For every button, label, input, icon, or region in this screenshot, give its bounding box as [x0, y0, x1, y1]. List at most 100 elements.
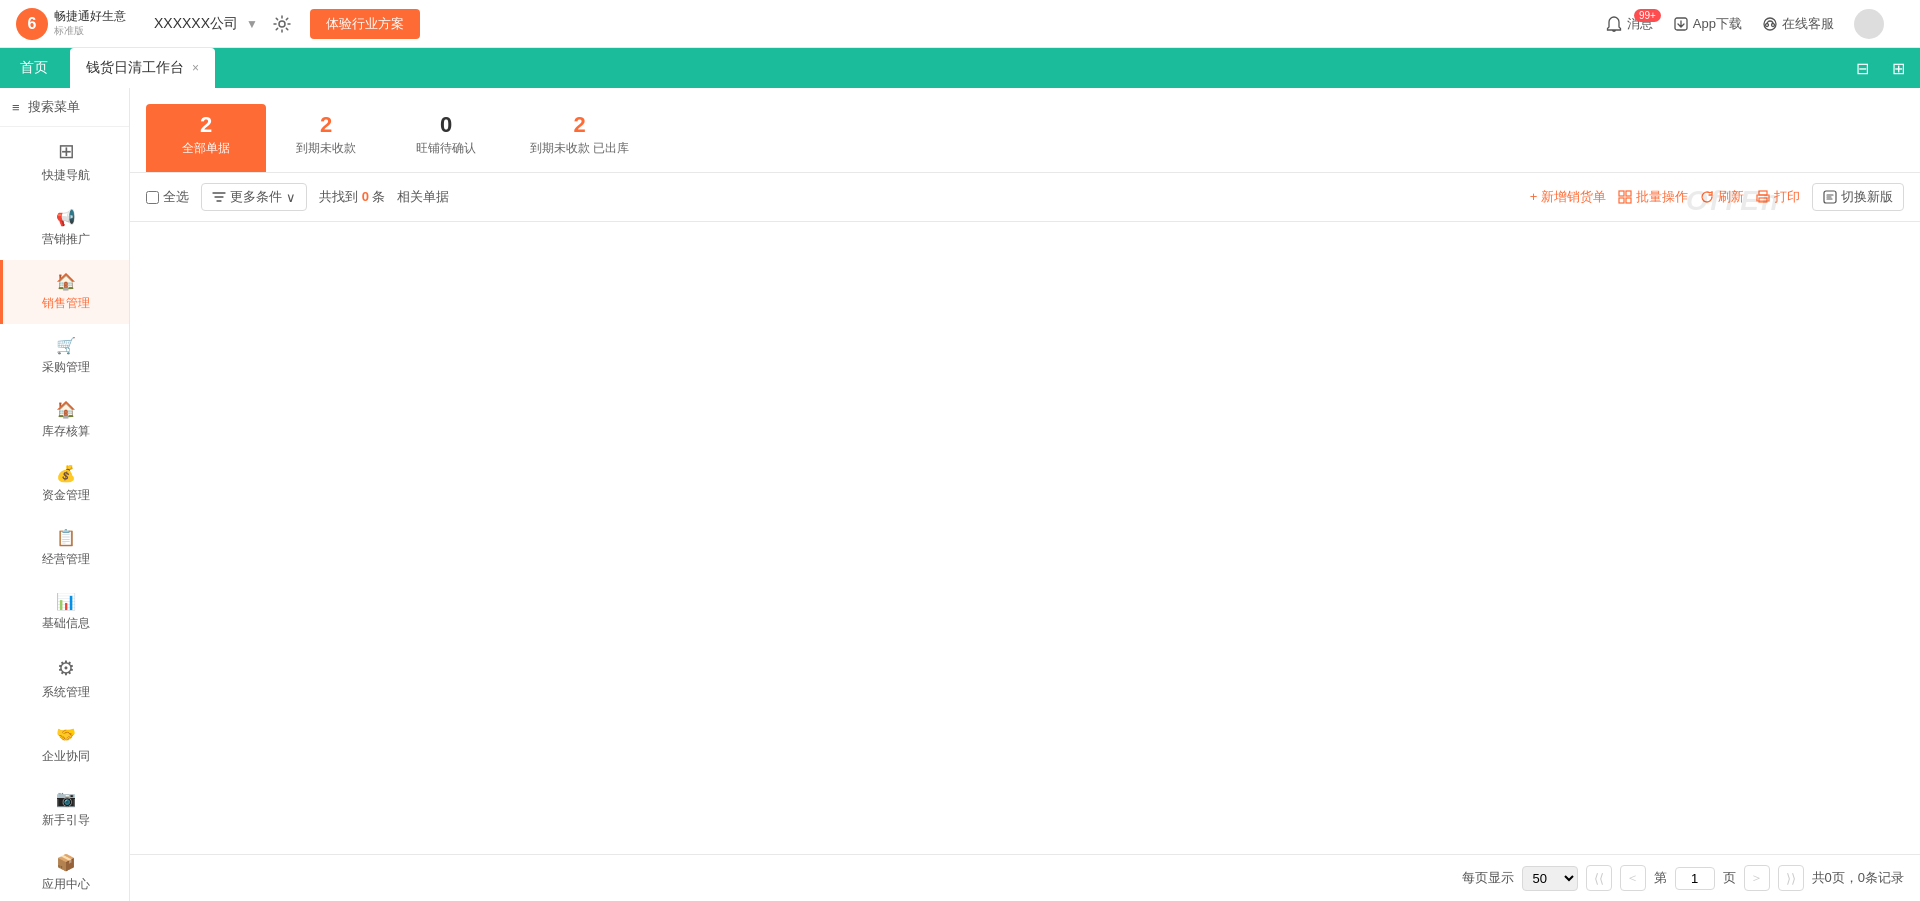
stat-wangpu-label: 旺铺待确认 [416, 140, 476, 157]
select-all-input[interactable] [146, 191, 159, 204]
stat-tab-all[interactable]: 2 全部单据 [146, 104, 266, 172]
sidebar-item-quicknav[interactable]: ⊞ 快捷导航 [0, 127, 129, 196]
sidebar-item-appstore[interactable]: 📦 应用中心 [0, 841, 129, 901]
add-sales-order-button[interactable]: + 新增销货单 [1530, 188, 1606, 206]
filter-dropdown-icon: ∨ [286, 190, 296, 205]
page-size-label: 每页显示 [1462, 869, 1514, 887]
notification-badge: 99+ [1634, 9, 1661, 22]
tab-maximize-icon[interactable]: ⊞ [1884, 54, 1912, 82]
sidebar-basic-label: 基础信息 [42, 615, 90, 632]
trial-button[interactable]: 体验行业方案 [310, 9, 420, 39]
content-area: 2 全部单据 2 到期未收款 0 旺铺待确认 2 到期未收款 已出库 全选 [130, 88, 1920, 901]
sidebar-operation-label: 经营管理 [42, 551, 90, 568]
svg-point-0 [279, 21, 285, 27]
sidebar-item-collab[interactable]: 🤝 企业协同 [0, 713, 129, 777]
stat-overdue-label: 到期未收款 [296, 140, 356, 157]
found-text: 共找到 0 条 [319, 188, 385, 206]
svg-point-4 [1772, 23, 1775, 26]
stat-wangpu-number: 0 [440, 112, 452, 138]
print-button[interactable]: 打印 [1756, 188, 1800, 206]
page-last-button[interactable]: ⟩⟩ [1778, 865, 1804, 891]
notification-icon-item[interactable]: 消息 99+ [1605, 15, 1653, 33]
main-layout: ≡ 搜索菜单 ⊞ 快捷导航 📢 营销推广 🏠 销售管理 🛒 采购管理 🏠 库存核… [0, 88, 1920, 901]
page-first-button[interactable]: ⟨⟨ [1586, 865, 1612, 891]
switch-version-button[interactable]: 切换新版 [1812, 183, 1904, 211]
logo-icon: 6 [16, 8, 48, 40]
operation-icon: 📋 [56, 528, 76, 547]
select-all-checkbox[interactable]: 全选 [146, 188, 189, 206]
sidebar-item-marketing[interactable]: 📢 营销推广 [0, 196, 129, 260]
sidebar-guide-label: 新手引导 [42, 812, 90, 829]
page-size-select[interactable]: 50 10 20 100 [1522, 866, 1578, 891]
page-prev-button[interactable]: ＜ [1620, 865, 1646, 891]
page-next-button[interactable]: ＞ [1744, 865, 1770, 891]
purchase-icon: 🛒 [56, 336, 76, 355]
sidebar-sales-label: 销售管理 [42, 295, 90, 312]
sidebar-item-search[interactable]: ≡ 搜索菜单 [0, 88, 129, 127]
print-icon [1756, 190, 1770, 204]
app-download-item[interactable]: App下载 [1673, 15, 1742, 33]
stat-overdue-number: 2 [320, 112, 332, 138]
online-service-label: 在线客服 [1782, 15, 1834, 33]
company-name[interactable]: XXXXXX公司 [154, 15, 238, 33]
sidebar-purchase-label: 采购管理 [42, 359, 90, 376]
svg-rect-7 [1619, 198, 1624, 203]
sales-icon: 🏠 [56, 272, 76, 291]
pagination: 每页显示 50 10 20 100 ⟨⟨ ＜ 第 页 ＞ ⟩⟩ 共0页，0条记录 [130, 854, 1920, 901]
sidebar-system-label: 系统管理 [42, 684, 90, 701]
toolbar-right: + 新增销货单 批量操作 刷新 [1530, 183, 1904, 211]
sidebar-item-operation[interactable]: 📋 经营管理 [0, 516, 129, 580]
stat-tab-overdue[interactable]: 2 到期未收款 [266, 104, 386, 172]
found-count: 0 [362, 189, 369, 204]
company-dropdown-icon[interactable]: ▼ [246, 17, 258, 31]
page-number-input[interactable] [1675, 867, 1715, 890]
logo-badge: 标准版 [54, 24, 126, 38]
related-button[interactable]: 相关单据 [397, 188, 449, 206]
sidebar-search-label: 搜索菜单 [28, 98, 80, 116]
quicknav-icon: ⊞ [58, 139, 75, 163]
tab-minimize-icon[interactable]: ⊟ [1848, 54, 1876, 82]
app-download-label: App下载 [1693, 15, 1742, 33]
tab-home[interactable]: 首页 [0, 48, 68, 88]
svg-rect-6 [1626, 191, 1631, 196]
company-selector[interactable]: XXXXXX公司 ▼ [154, 15, 258, 33]
tab-close-icon[interactable]: × [192, 61, 199, 75]
search-icon: ≡ [12, 100, 20, 115]
refresh-icon [1700, 190, 1714, 204]
sidebar-collab-label: 企业协同 [42, 748, 90, 765]
sidebar-item-inventory[interactable]: 🏠 库存核算 [0, 388, 129, 452]
sidebar-marketing-label: 营销推广 [42, 231, 90, 248]
sidebar-item-finance[interactable]: 💰 资金管理 [0, 452, 129, 516]
svg-rect-9 [1759, 191, 1767, 195]
batch-operation-button[interactable]: 批量操作 [1618, 188, 1688, 206]
toolbar: 全选 更多条件 ∨ 共找到 0 条 相关单据 + 新增销货单 [130, 173, 1920, 222]
stat-shipped-label: 到期未收款 已出库 [530, 140, 629, 157]
sidebar: ≡ 搜索菜单 ⊞ 快捷导航 📢 营销推广 🏠 销售管理 🛒 采购管理 🏠 库存核… [0, 88, 130, 901]
refresh-button[interactable]: 刷新 [1700, 188, 1744, 206]
tab-current[interactable]: 钱货日清工作台 × [70, 48, 215, 88]
appstore-icon: 📦 [56, 853, 76, 872]
sidebar-item-sales[interactable]: 🏠 销售管理 [0, 260, 129, 324]
stat-all-label: 全部单据 [182, 140, 230, 157]
page-label: 第 [1654, 869, 1667, 887]
select-all-label: 全选 [163, 188, 189, 206]
settings-icon[interactable] [266, 8, 298, 40]
tab-bar: 首页 钱货日清工作台 × ⊟ ⊞ [0, 48, 1920, 88]
filter-button[interactable]: 更多条件 ∨ [201, 183, 307, 211]
batch-icon [1618, 190, 1632, 204]
sidebar-item-purchase[interactable]: 🛒 采购管理 [0, 324, 129, 388]
svg-rect-8 [1626, 198, 1631, 203]
sidebar-quicknav-label: 快捷导航 [42, 167, 90, 184]
header-right: 消息 99+ App下载 在线客服 [1605, 9, 1904, 39]
stat-tab-shipped[interactable]: 2 到期未收款 已出库 [506, 104, 653, 172]
online-service-item[interactable]: 在线客服 [1762, 15, 1834, 33]
stat-all-number: 2 [200, 112, 212, 138]
stat-tab-wangpu[interactable]: 0 旺铺待确认 [386, 104, 506, 172]
avatar[interactable] [1854, 9, 1884, 39]
sidebar-item-system[interactable]: ⚙ 系统管理 [0, 644, 129, 713]
logo-text: 畅捷通好生意 [54, 9, 126, 23]
marketing-icon: 📢 [56, 208, 76, 227]
sidebar-item-basic[interactable]: 📊 基础信息 [0, 580, 129, 644]
sidebar-item-guide[interactable]: 📷 新手引导 [0, 777, 129, 841]
stat-shipped-number: 2 [574, 112, 586, 138]
